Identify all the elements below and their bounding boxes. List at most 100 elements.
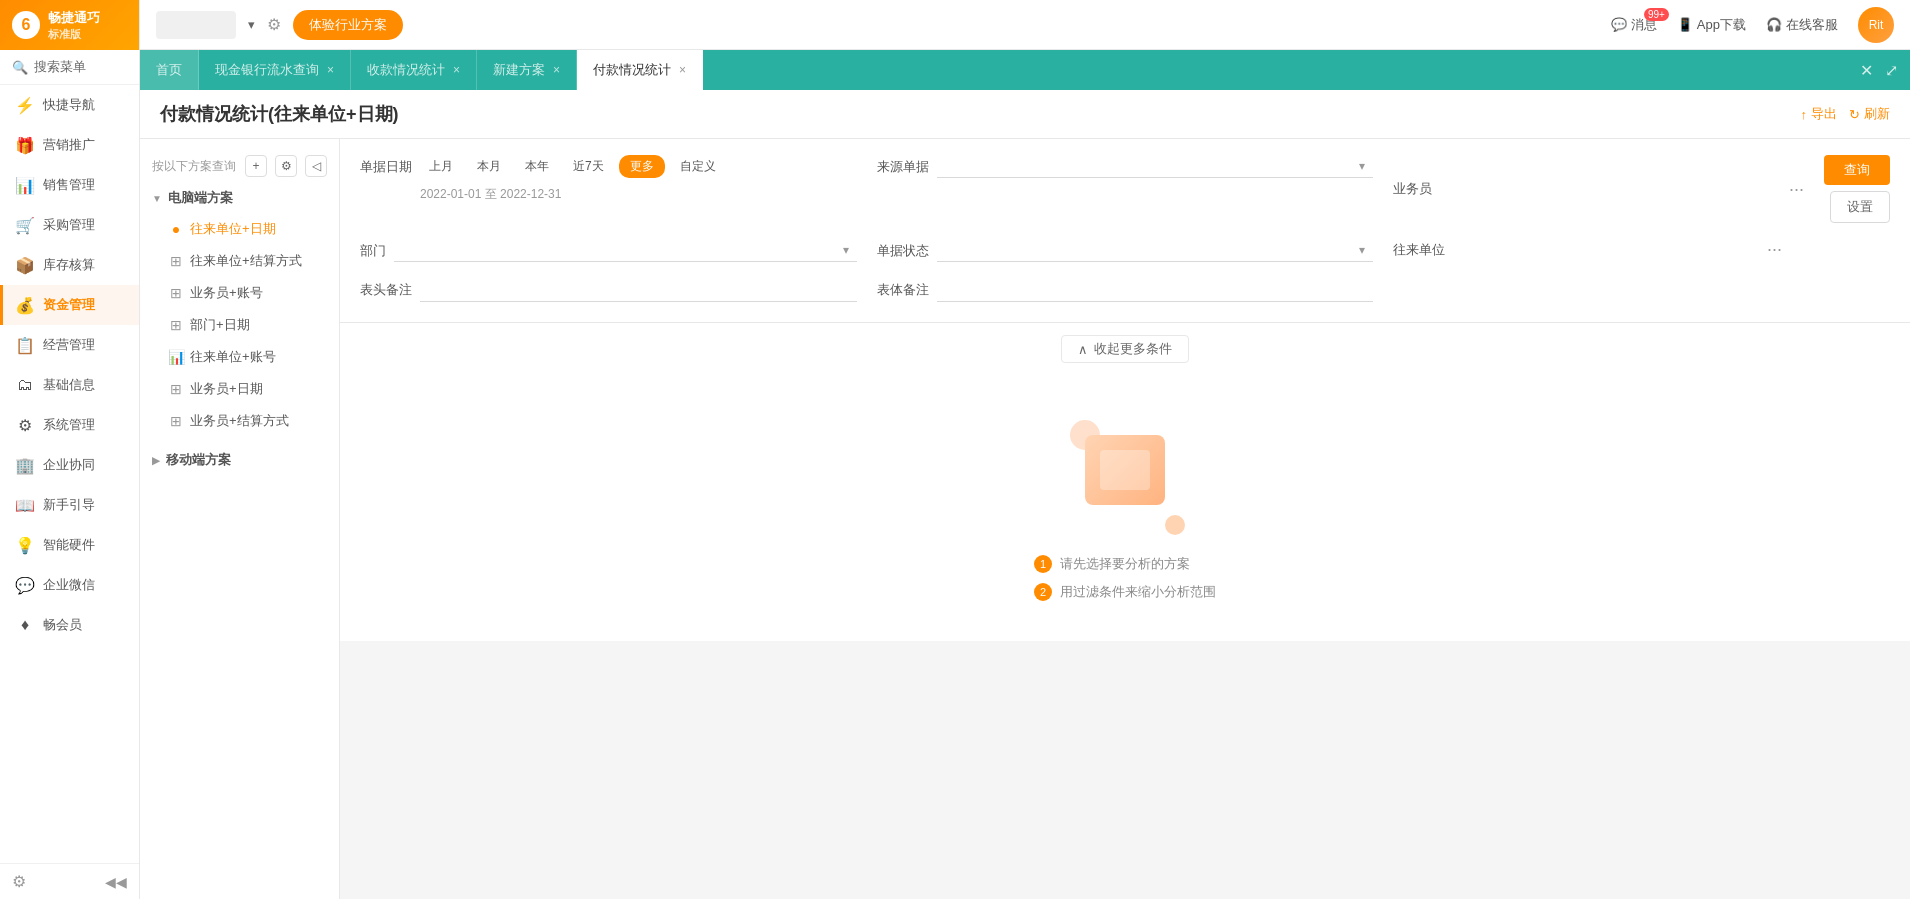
date-btn-custom[interactable]: 自定义 [671, 155, 725, 178]
collapse-sidebar-icon[interactable]: ◀◀ [105, 874, 127, 890]
date-btn-more[interactable]: 更多 [619, 155, 665, 178]
scheme-item-partner-date[interactable]: ● 往来单位+日期 [140, 213, 339, 245]
scheme-type-grid3-icon: ⊞ [168, 317, 184, 333]
sidebar-item-purchase[interactable]: 🛒 采购管理 [0, 205, 139, 245]
body-note-label: 表体备注 [877, 281, 929, 299]
partner-select[interactable] [1453, 246, 1751, 254]
scheme-type-grid2-icon: ⊞ [168, 285, 184, 301]
scheme-settings-button[interactable]: ⚙ [275, 155, 297, 177]
sidebar-item-capital[interactable]: 💰 资金管理 [0, 285, 139, 325]
salesperson-select[interactable] [1440, 185, 1773, 193]
scheme-item-label: 往来单位+日期 [190, 220, 276, 238]
refresh-button[interactable]: ↻ 刷新 [1849, 105, 1890, 123]
filter-source-doc: 来源单据 ▾ [877, 155, 1374, 178]
sidebar-item-label: 企业微信 [43, 576, 95, 594]
sidebar-item-guide[interactable]: 📖 新手引导 [0, 485, 139, 525]
sidebar-item-label: 系统管理 [43, 416, 95, 434]
tab-new-scheme[interactable]: 新建方案 × [477, 50, 577, 90]
sidebar-item-weixin[interactable]: 💬 企业微信 [0, 565, 139, 605]
maximize-icon[interactable]: ⤢ [1885, 61, 1898, 80]
tab-new-scheme-close[interactable]: × [553, 63, 560, 77]
user-avatar-placeholder [156, 11, 236, 39]
weixin-icon: 💬 [15, 575, 35, 595]
topbar-settings-icon[interactable]: ⚙ [267, 15, 281, 34]
user-avatar-text: Rit [1869, 18, 1884, 32]
body-note-input[interactable] [937, 278, 1374, 302]
sidebar-item-label: 采购管理 [43, 216, 95, 234]
collapse-button[interactable]: ∧ 收起更多条件 [1061, 335, 1189, 363]
tab-payment-stats-close[interactable]: × [679, 63, 686, 77]
sidebar-item-vip[interactable]: ♦ 畅会员 [0, 605, 139, 645]
scheme-type-circle-icon: ● [168, 221, 184, 237]
close-all-icon[interactable]: ✕ [1860, 61, 1873, 80]
date-btn-7days[interactable]: 近7天 [564, 155, 613, 178]
sidebar-item-operation[interactable]: 📋 经营管理 [0, 325, 139, 365]
date-btn-this-month[interactable]: 本月 [468, 155, 510, 178]
dept-label: 部门 [360, 242, 386, 260]
sidebar-item-shortcut[interactable]: ⚡ 快捷导航 [0, 85, 139, 125]
search-icon: 🔍 [12, 60, 28, 75]
scheme-type-chart-icon: 📊 [168, 349, 184, 365]
partner-dots[interactable]: ··· [1767, 239, 1782, 260]
scheme-add-button[interactable]: + [245, 155, 267, 177]
tab-cash-flow-close[interactable]: × [327, 63, 334, 77]
sidebar-item-label: 基础信息 [43, 376, 95, 394]
query-button[interactable]: 查询 [1824, 155, 1890, 185]
sidebar-item-inventory[interactable]: 📦 库存核算 [0, 245, 139, 285]
tab-home[interactable]: 首页 [140, 50, 199, 90]
collapse-chevron-icon: ∧ [1078, 342, 1088, 357]
sidebar-item-system[interactable]: ⚙ 系统管理 [0, 405, 139, 445]
settings-footer-icon[interactable]: ⚙ [12, 872, 26, 891]
trial-button[interactable]: 体验行业方案 [293, 10, 403, 40]
capital-icon: 💰 [15, 295, 35, 315]
header-note-input[interactable] [420, 278, 857, 302]
source-doc-select[interactable]: ▾ [937, 155, 1374, 178]
sidebar-item-search[interactable]: 🔍 搜索菜单 [0, 50, 139, 85]
scheme-category-pc[interactable]: ▼ 电脑端方案 [140, 183, 339, 213]
scheme-item-staff-payment[interactable]: ⊞ 业务员+结算方式 [140, 405, 339, 437]
salesperson-dots[interactable]: ··· [1789, 179, 1804, 200]
messages-button[interactable]: 💬 消息 99+ [1611, 16, 1657, 34]
sidebar-item-enterprise[interactable]: 🏢 企业协同 [0, 445, 139, 485]
online-service-button[interactable]: 🎧 在线客服 [1766, 16, 1838, 34]
scheme-sidebar: 按以下方案查询 + ⚙ ◁ ▼ [140, 139, 340, 899]
scheme-category-mobile-label: 移动端方案 [166, 451, 231, 469]
scheme-item-partner-payment[interactable]: ⊞ 往来单位+结算方式 [140, 245, 339, 277]
scheme-item-dept-date[interactable]: ⊞ 部门+日期 [140, 309, 339, 341]
add-icon: + [252, 159, 259, 173]
sidebar-item-basic[interactable]: 🗂 基础信息 [0, 365, 139, 405]
tab-cash-flow[interactable]: 现金银行流水查询 × [199, 50, 351, 90]
tab-payment-stats[interactable]: 付款情况统计 × [577, 50, 703, 90]
scheme-collapse-button[interactable]: ◁ [305, 155, 327, 177]
user-avatar[interactable]: Rit [1858, 7, 1894, 43]
tab-cash-flow-label: 现金银行流水查询 [215, 61, 319, 79]
scheme-item-partner-account[interactable]: 📊 往来单位+账号 [140, 341, 339, 373]
tab-receipt-stats-close[interactable]: × [453, 63, 460, 77]
tip2-number: 2 [1034, 583, 1052, 601]
tab-receipt-stats[interactable]: 收款情况统计 × [351, 50, 477, 90]
sidebar-item-label: 畅会员 [43, 616, 82, 634]
doc-status-select[interactable]: ▾ [937, 239, 1374, 262]
settings-button[interactable]: 设置 [1830, 191, 1890, 223]
scheme-type-grid4-icon: ⊞ [168, 381, 184, 397]
scheme-item-label: 往来单位+结算方式 [190, 252, 302, 270]
dept-select[interactable]: ▾ [394, 239, 857, 262]
app-download-button[interactable]: 📱 App下载 [1677, 16, 1746, 34]
topbar-dropdown-icon[interactable]: ▾ [248, 17, 255, 32]
source-doc-chevron: ▾ [1359, 159, 1365, 173]
scheme-type-grid-icon: ⊞ [168, 253, 184, 269]
operation-icon: 📋 [15, 335, 35, 355]
export-button[interactable]: ↑ 导出 [1801, 105, 1838, 123]
sidebar-item-sales[interactable]: 📊 销售管理 [0, 165, 139, 205]
scheme-category-mobile[interactable]: ▶ 移动端方案 [140, 445, 339, 475]
sidebar-item-hardware[interactable]: 💡 智能硬件 [0, 525, 139, 565]
scheme-item-label: 业务员+账号 [190, 284, 263, 302]
mobile-category-arrow-icon: ▶ [152, 455, 160, 466]
sidebar-item-marketing[interactable]: 🎁 营销推广 [0, 125, 139, 165]
date-btn-last-month[interactable]: 上月 [420, 155, 462, 178]
scheme-item-staff-date[interactable]: ⊞ 业务员+日期 [140, 373, 339, 405]
header-actions: ↑ 导出 ↻ 刷新 [1801, 105, 1891, 123]
scheme-item-staff-account[interactable]: ⊞ 业务员+账号 [140, 277, 339, 309]
date-btn-this-year[interactable]: 本年 [516, 155, 558, 178]
source-doc-label: 来源单据 [877, 158, 929, 176]
